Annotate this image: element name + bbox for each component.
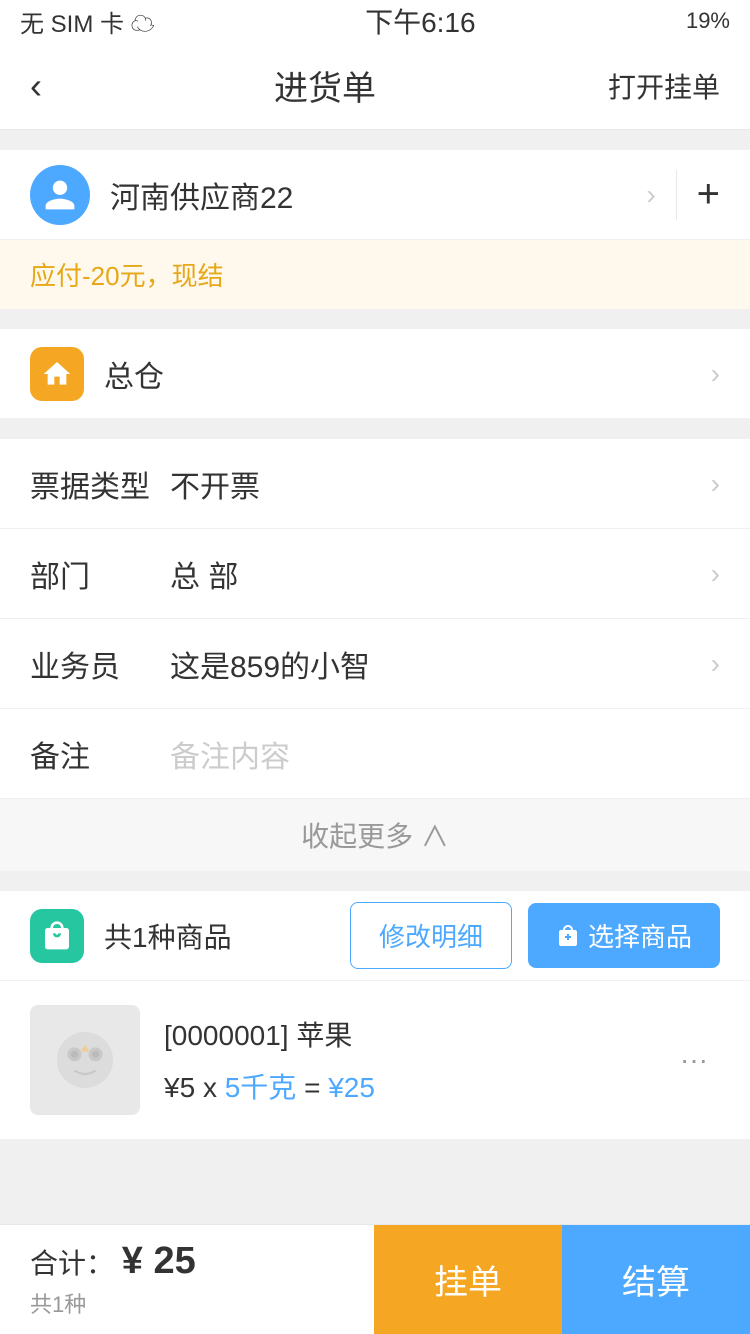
person-icon (42, 177, 78, 213)
product-name: [0000001] 苹果 (164, 1014, 668, 1054)
remark-label: 备注 (30, 732, 170, 776)
footer-total: 合计： ¥ 25 共1种 (0, 1225, 374, 1334)
warehouse-icon (30, 347, 84, 401)
supplier-avatar (30, 165, 90, 225)
status-left: 无 SIM 卡 ☁ (20, 4, 155, 39)
supplier-divider (676, 170, 677, 220)
product-title: 苹果 (296, 1020, 352, 1051)
product-qty: 5千克 (225, 1072, 297, 1103)
section-gap-4 (0, 871, 750, 891)
hang-order-button[interactable]: 挂单 (374, 1225, 562, 1334)
salesperson-chevron-icon: › (711, 648, 720, 680)
section-gap-2 (0, 309, 750, 329)
department-row[interactable]: 部门 总 部 › (0, 529, 750, 619)
product-price: ¥5 x 5千克 = ¥25 (164, 1066, 668, 1106)
invoice-type-value: 不开票 (170, 462, 711, 506)
products-icon (30, 909, 84, 963)
supplier-card: 河南供应商22 › + 应付-20元，现结 (0, 150, 750, 309)
status-bar: 无 SIM 卡 ☁ 下午6:16 19% (0, 0, 750, 42)
department-label: 部门 (30, 552, 170, 596)
product-total: ¥25 (328, 1072, 375, 1103)
header: ‹ 进货单 打开挂单 (0, 42, 750, 130)
product-x: x (203, 1072, 225, 1103)
section-gap-1 (0, 130, 750, 150)
department-chevron-icon: › (711, 558, 720, 590)
product-unit-price: ¥5 (164, 1072, 195, 1103)
status-time: 下午6:16 (365, 1, 476, 41)
salesperson-row[interactable]: 业务员 这是859的小智 › (0, 619, 750, 709)
product-more-button[interactable]: ··· (668, 1036, 720, 1084)
products-count: 共1种商品 (104, 916, 350, 956)
collapse-label: 收起更多 ∧ (301, 815, 449, 855)
footer-total-sub: 共1种 (30, 1287, 344, 1319)
footer-total-amount: ¥ 25 (122, 1240, 196, 1282)
form-card: 票据类型 不开票 › 部门 总 部 › 业务员 这是859的小智 › 备注 备注… (0, 439, 750, 799)
product-code: [0000001] (164, 1020, 289, 1051)
supplier-name: 河南供应商22 (110, 173, 646, 217)
page-title: 进货单 (274, 61, 376, 110)
home-icon (41, 358, 73, 390)
back-button[interactable]: ‹ (30, 65, 42, 107)
supplier-row[interactable]: 河南供应商22 › + (0, 150, 750, 240)
warehouse-chevron-icon: › (711, 358, 720, 390)
warehouse-card: 总仓 › (0, 329, 750, 419)
product-info: [0000001] 苹果 ¥5 x 5千克 = ¥25 (164, 1014, 668, 1106)
sim-status: 无 SIM 卡 ☁ (20, 4, 155, 39)
product-item: [0000001] 苹果 ¥5 x 5千克 = ¥25 ··· (0, 981, 750, 1140)
select-product-button[interactable]: 选择商品 (528, 903, 720, 968)
supplier-chevron-icon: › (646, 179, 655, 211)
warehouse-label: 总仓 (104, 352, 711, 396)
warehouse-row[interactable]: 总仓 › (0, 329, 750, 419)
salesperson-value: 这是859的小智 (170, 642, 711, 686)
balance-hint: 应付-20元，现结 (0, 240, 750, 309)
invoice-type-row[interactable]: 票据类型 不开票 › (0, 439, 750, 529)
product-equals: = (304, 1072, 328, 1103)
footer-total-row: 合计： ¥ 25 (30, 1240, 344, 1283)
footer: 合计： ¥ 25 共1种 挂单 结算 (0, 1224, 750, 1334)
modify-detail-button[interactable]: 修改明细 (350, 902, 512, 969)
battery-icon: 19% (686, 8, 730, 34)
products-header: 共1种商品 修改明细 选择商品 (0, 891, 750, 981)
checkout-button[interactable]: 结算 (562, 1225, 750, 1334)
select-product-icon (556, 924, 580, 948)
collapse-row[interactable]: 收起更多 ∧ (0, 799, 750, 871)
remark-row[interactable]: 备注 备注内容 (0, 709, 750, 799)
invoice-type-label: 票据类型 (30, 462, 170, 506)
section-gap-3 (0, 419, 750, 439)
remark-placeholder: 备注内容 (170, 732, 720, 776)
salesperson-label: 业务员 (30, 642, 170, 686)
invoice-type-chevron-icon: › (711, 468, 720, 500)
product-thumb-icon (50, 1025, 120, 1095)
status-right: 19% (686, 8, 730, 34)
department-value: 总 部 (170, 552, 711, 596)
products-card: 共1种商品 修改明细 选择商品 [0000001] (0, 891, 750, 1140)
product-thumbnail (30, 1005, 140, 1115)
footer-total-label: 合计： (30, 1248, 114, 1279)
shopping-bag-icon (41, 920, 73, 952)
select-product-label: 选择商品 (588, 917, 692, 954)
open-pending-button[interactable]: 打开挂单 (608, 66, 720, 106)
add-supplier-button[interactable]: + (697, 172, 720, 217)
